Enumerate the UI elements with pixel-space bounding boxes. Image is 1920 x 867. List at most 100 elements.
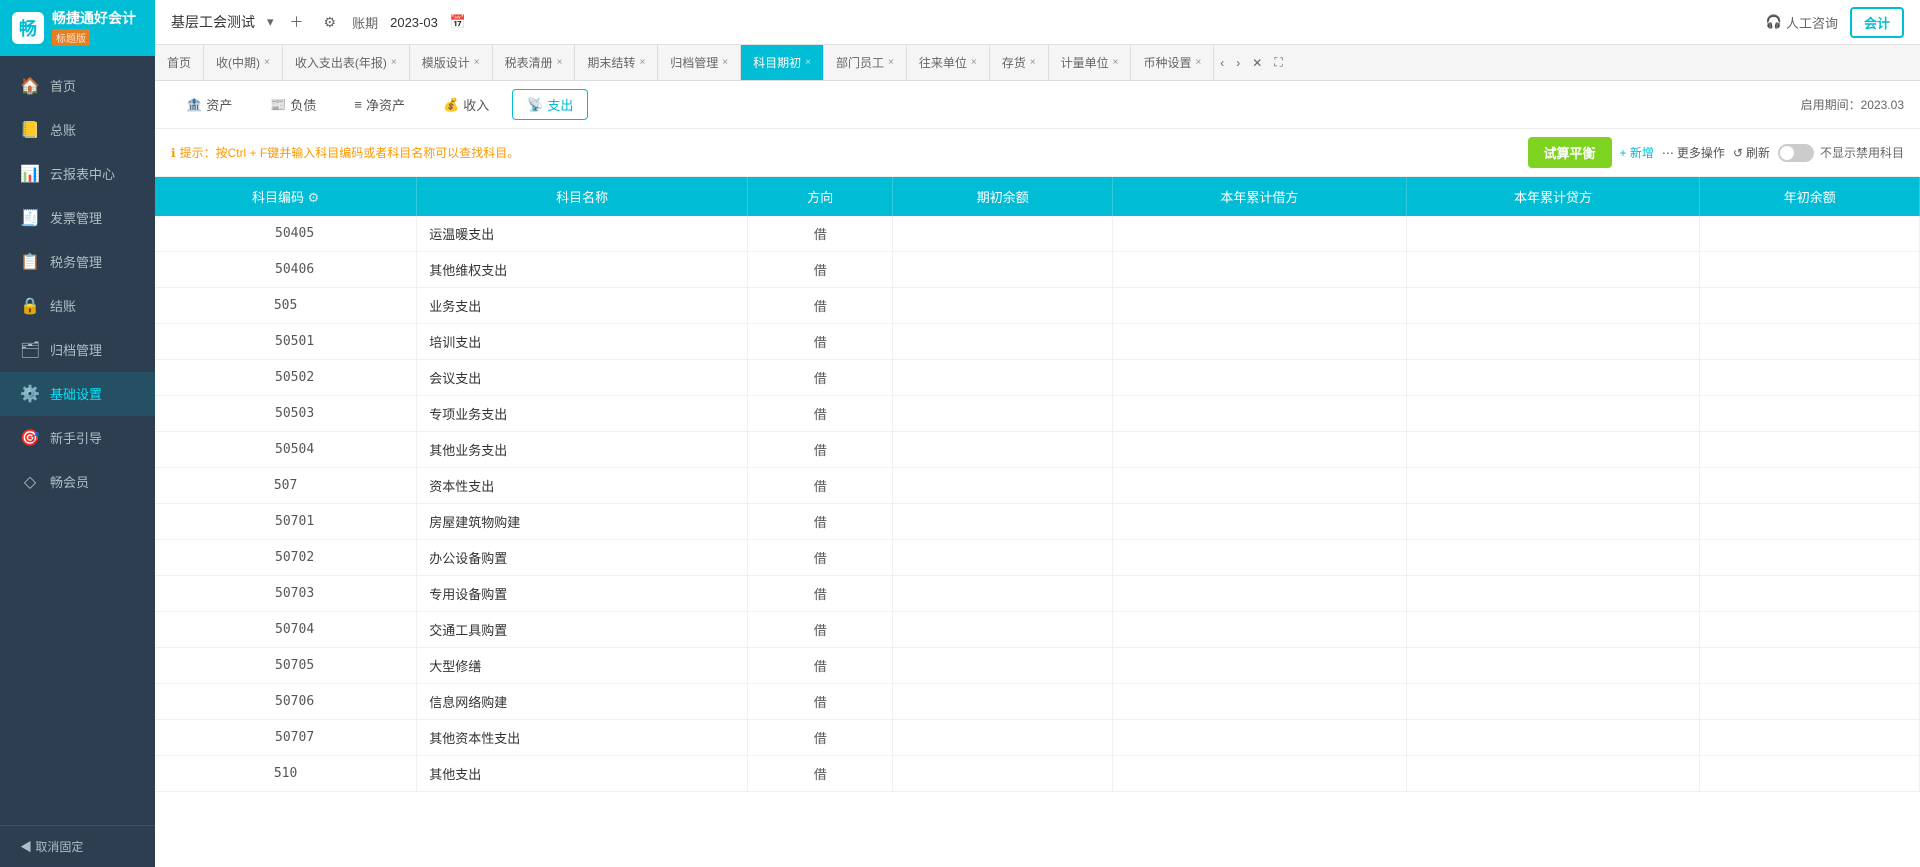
sub-tab-资产[interactable]: 🏦资产 bbox=[171, 89, 247, 120]
logo-icon: 畅 bbox=[12, 12, 44, 44]
sidebar-item-ledger[interactable]: 📒总账 bbox=[0, 108, 155, 152]
sub-tab-净资产[interactable]: ≡净资产 bbox=[339, 89, 420, 120]
tab-----[interactable]: 模版设计× bbox=[410, 45, 493, 81]
tab-----[interactable]: 税表清册× bbox=[493, 45, 576, 81]
table-row[interactable]: 50701 房屋建筑物购建 借 bbox=[155, 504, 1920, 540]
table-row[interactable]: 505 业务支出 借 bbox=[155, 288, 1920, 324]
cell-year-balance bbox=[1700, 576, 1920, 612]
cell-name: 业务支出 bbox=[417, 288, 748, 324]
cell-direction: 借 bbox=[747, 432, 892, 468]
cell-year-credit bbox=[1406, 432, 1700, 468]
table-row[interactable]: 50705 大型修缮 借 bbox=[155, 648, 1920, 684]
table-row[interactable]: 50504 其他业务支出 借 bbox=[155, 432, 1920, 468]
cell-year-credit bbox=[1406, 504, 1700, 540]
tab-close-icon[interactable]: × bbox=[639, 57, 645, 68]
tab-close-icon[interactable]: × bbox=[1195, 57, 1201, 68]
cell-code: 50504 bbox=[155, 432, 417, 468]
sidebar-pin-toggle[interactable]: ◀ 取消固定 bbox=[0, 825, 155, 867]
table-body: 50405 运温暖支出 借 50406 其他维权支出 借 505 业务支出 借 … bbox=[155, 216, 1920, 792]
cell-period-balance bbox=[893, 648, 1113, 684]
cell-code: 50707 bbox=[155, 720, 417, 756]
cell-year-credit bbox=[1406, 720, 1700, 756]
logo[interactable]: 畅 畅捷通好会计 标题版 bbox=[0, 0, 155, 56]
table-row[interactable]: 50703 专用设备购置 借 bbox=[155, 576, 1920, 612]
tab------[interactable]: 收(中期)× bbox=[204, 45, 283, 81]
table-row[interactable]: 50706 信息网络购建 借 bbox=[155, 684, 1920, 720]
tab-close-icon[interactable]: × bbox=[264, 57, 270, 68]
table-row[interactable]: 510 其他支出 借 bbox=[155, 756, 1920, 792]
tab-close-icon[interactable]: × bbox=[888, 57, 894, 68]
sidebar-item-invoice[interactable]: 🧾发票管理 bbox=[0, 196, 155, 240]
help-btn[interactable]: 🎧 人工咨询 bbox=[1766, 13, 1838, 32]
cell-period-balance bbox=[893, 720, 1113, 756]
tab-close-icon[interactable]: × bbox=[1113, 57, 1119, 68]
account-btn[interactable]: 会计 bbox=[1850, 7, 1904, 38]
table-row[interactable]: 50405 运温暖支出 借 bbox=[155, 216, 1920, 252]
tab-----[interactable]: 币种设置× bbox=[1131, 45, 1214, 81]
add-tab-btn[interactable]: ＋ bbox=[286, 8, 308, 36]
table-row[interactable]: 50406 其他维权支出 借 bbox=[155, 252, 1920, 288]
table-row[interactable]: 50707 其他资本性支出 借 bbox=[155, 720, 1920, 756]
tab-close-icon[interactable]: × bbox=[474, 57, 480, 68]
sidebar-item-guide[interactable]: 🎯新手引导 bbox=[0, 416, 155, 460]
tab-close-icon[interactable]: × bbox=[557, 57, 563, 68]
sidebar-item-reports[interactable]: 📊云报表中心 bbox=[0, 152, 155, 196]
tab-next-btn[interactable]: › bbox=[1230, 45, 1246, 81]
tab-----[interactable]: 期末结转× bbox=[575, 45, 658, 81]
tab-close-icon[interactable]: × bbox=[971, 57, 977, 68]
calendar-icon[interactable]: 📅 bbox=[450, 14, 466, 30]
table-row[interactable]: 50702 办公设备购置 借 bbox=[155, 540, 1920, 576]
refresh-btn[interactable]: ↺ 刷新 bbox=[1733, 144, 1770, 161]
col-name: 科目名称 bbox=[417, 177, 748, 216]
sidebar-item-home[interactable]: 🏠首页 bbox=[0, 64, 155, 108]
tab-prev-btn[interactable]: ‹ bbox=[1214, 45, 1230, 81]
table-row[interactable]: 50501 培训支出 借 bbox=[155, 324, 1920, 360]
sub-tab-收入[interactable]: 💰收入 bbox=[428, 89, 504, 120]
sidebar-item-settings[interactable]: ⚙️基础设置 bbox=[0, 372, 155, 416]
more-btn[interactable]: ⋯ 更多操作 bbox=[1662, 144, 1725, 161]
tab-close-icon[interactable]: × bbox=[805, 57, 811, 68]
tab-close-icon[interactable]: × bbox=[722, 57, 728, 68]
tab-close-icon[interactable]: × bbox=[1030, 57, 1036, 68]
period-info: 启用期间：2023.03 bbox=[1801, 96, 1904, 113]
table-row[interactable]: 50704 交通工具购置 借 bbox=[155, 612, 1920, 648]
table-container[interactable]: 科目编码 ⚙ 科目名称 方向 期初余额 本年累计借方 本年累计贷方 年初余额 5… bbox=[155, 177, 1920, 867]
cell-year-debit bbox=[1112, 360, 1406, 396]
toolbar: ℹ 提示：按Ctrl + F键并输入科目编码或者科目名称可以查找科目。 试算平衡… bbox=[155, 129, 1920, 177]
table-row[interactable]: 50502 会议支出 借 bbox=[155, 360, 1920, 396]
cell-year-debit bbox=[1112, 576, 1406, 612]
sub-tab-支出[interactable]: 📡支出 bbox=[512, 89, 588, 120]
cell-year-debit bbox=[1112, 288, 1406, 324]
sidebar-item-close[interactable]: 🔒结账 bbox=[0, 284, 155, 328]
tab---[interactable]: 首页 bbox=[155, 45, 204, 81]
sidebar-item-tax[interactable]: 📋税务管理 bbox=[0, 240, 155, 284]
cell-year-credit bbox=[1406, 324, 1700, 360]
cell-year-balance bbox=[1700, 252, 1920, 288]
balance-btn[interactable]: 试算平衡 bbox=[1528, 137, 1612, 168]
dropdown-icon[interactable]: ▾ bbox=[267, 14, 274, 30]
sidebar-nav: 🏠首页📒总账📊云报表中心🧾发票管理📋税务管理🔒结账🗂归档管理⚙️基础设置🎯新手引… bbox=[0, 56, 155, 825]
tab-expand-btn[interactable]: ⛶ bbox=[1268, 45, 1288, 81]
tab----------[interactable]: 收入支出表(年报)× bbox=[283, 45, 410, 81]
tab-----[interactable]: 计量单位× bbox=[1049, 45, 1132, 81]
company-name[interactable]: 基层工会测试 bbox=[171, 12, 255, 32]
cell-direction: 借 bbox=[747, 648, 892, 684]
add-btn[interactable]: + 新增 bbox=[1620, 144, 1654, 161]
col-settings-icon[interactable]: ⚙ bbox=[308, 190, 320, 205]
disabled-toggle[interactable] bbox=[1778, 144, 1814, 162]
tab-----[interactable]: 部门员工× bbox=[824, 45, 907, 81]
table-row[interactable]: 507 资本性支出 借 bbox=[155, 468, 1920, 504]
tab-----[interactable]: 归档管理× bbox=[658, 45, 741, 81]
sidebar-item-archive[interactable]: 🗂归档管理 bbox=[0, 328, 155, 372]
tab---[interactable]: 存货× bbox=[990, 45, 1049, 81]
table-row[interactable]: 50503 专项业务支出 借 bbox=[155, 396, 1920, 432]
cell-name: 会议支出 bbox=[417, 360, 748, 396]
tab-----[interactable]: 往来单位× bbox=[907, 45, 990, 81]
cell-year-debit bbox=[1112, 252, 1406, 288]
tab-close-all-btn[interactable]: ✕ bbox=[1246, 45, 1268, 81]
settings-btn[interactable]: ⚙ bbox=[320, 10, 341, 35]
tab-close-icon[interactable]: × bbox=[391, 57, 397, 68]
sidebar-item-member[interactable]: ◇畅会员 bbox=[0, 460, 155, 504]
sub-tab-负债[interactable]: 📰负债 bbox=[255, 89, 331, 120]
tab-----[interactable]: 科目期初× bbox=[741, 45, 824, 81]
